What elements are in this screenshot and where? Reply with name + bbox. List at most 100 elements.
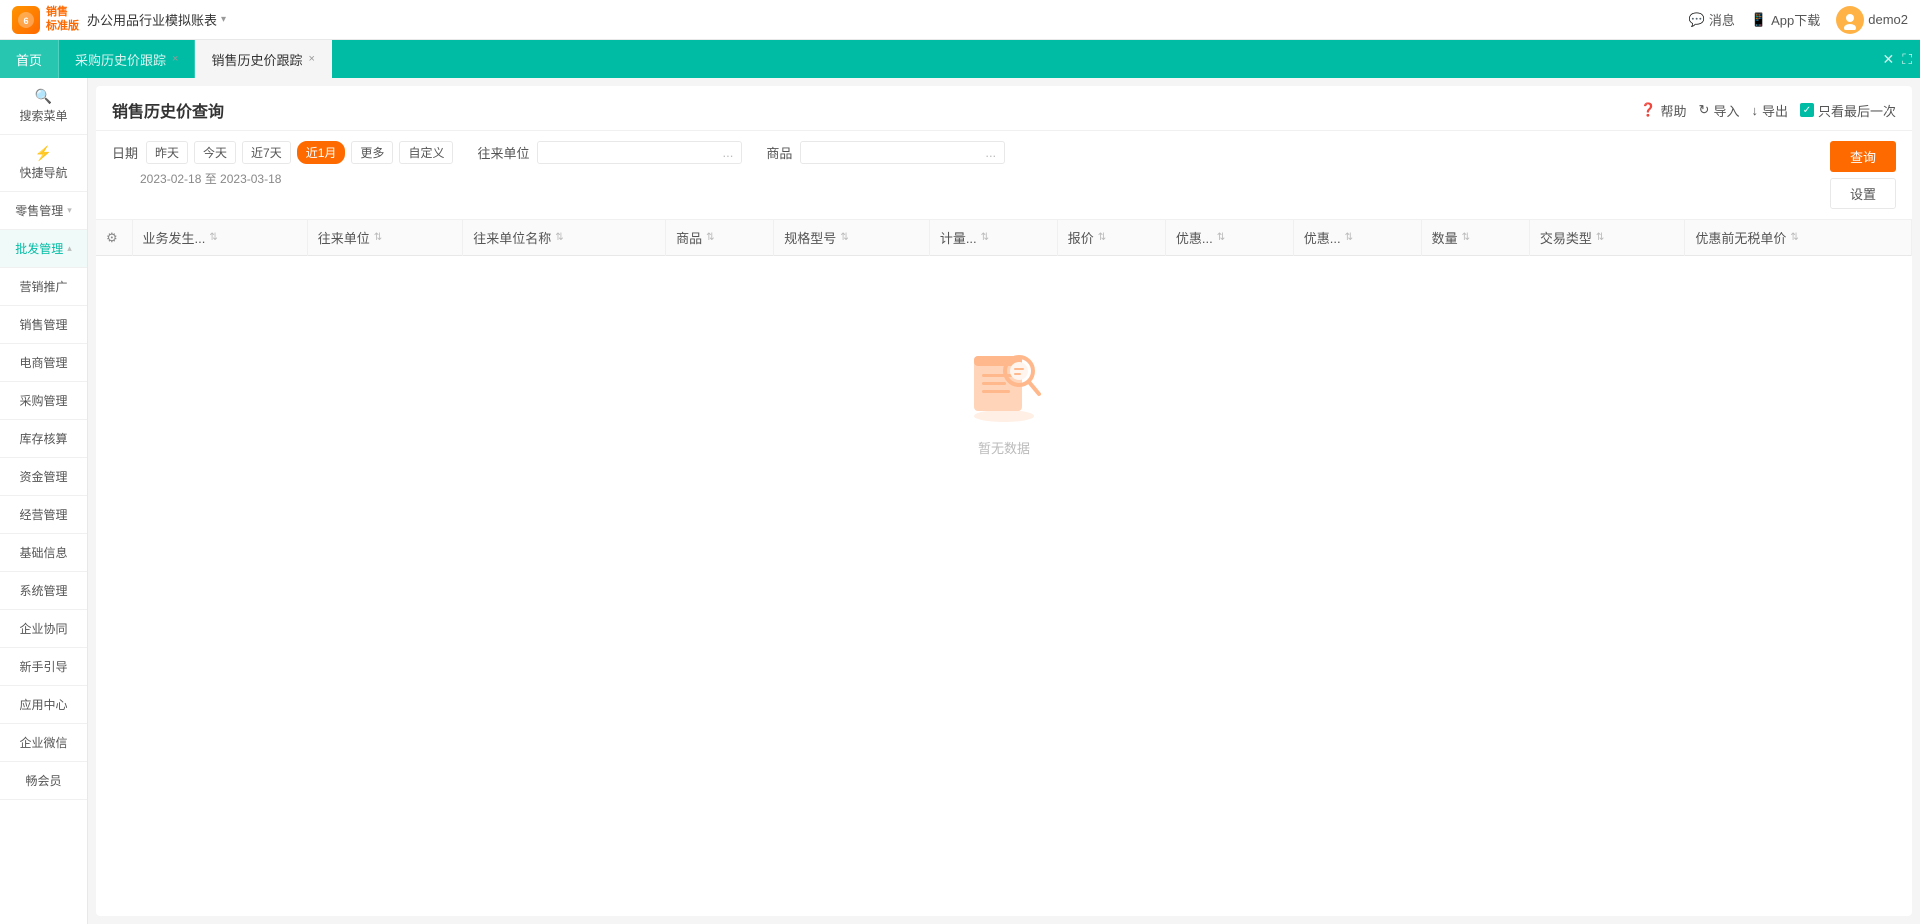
customer-filter-group: 往来单位 ... xyxy=(477,141,742,164)
col-trade-type[interactable]: 交易类型 ⇅ xyxy=(1529,220,1685,256)
sidebar-item-member[interactable]: 畅会员 xyxy=(0,762,87,800)
tab-bar-actions: ✕ ⛶ xyxy=(1882,51,1920,68)
sidebar-label-search-menu: 搜索菜单 xyxy=(19,107,67,124)
sidebar-item-marketing[interactable]: 营销推广 xyxy=(0,268,87,306)
only-last-checkbox-area[interactable]: ✓ 只看最后一次 xyxy=(1800,101,1896,120)
sidebar-label-guide: 新手引导 xyxy=(19,658,67,675)
sidebar-item-guide[interactable]: 新手引导 xyxy=(0,648,87,686)
sidebar-label-quick-nav: 快捷导航 xyxy=(19,164,67,181)
avatar xyxy=(1836,6,1864,34)
sort-icon-discount2: ⇅ xyxy=(1345,232,1353,243)
sidebar-item-quick-nav[interactable]: ⚡ 快捷导航 xyxy=(0,135,87,192)
query-button[interactable]: 查询 xyxy=(1830,141,1896,172)
customer-input[interactable]: ... xyxy=(537,141,742,164)
empty-text: 暂无数据 xyxy=(978,438,1030,457)
col-discount2[interactable]: 优惠... ⇅ xyxy=(1293,220,1421,256)
col-product[interactable]: 商品 ⇅ xyxy=(666,220,774,256)
date-btn-last7days[interactable]: 近7天 xyxy=(242,141,291,164)
svg-text:6: 6 xyxy=(23,16,28,26)
col-quantity[interactable]: 数量 ⇅ xyxy=(1421,220,1529,256)
data-table: ⚙ 业务发生... ⇅ 往来单位 xyxy=(96,220,1912,256)
date-btn-more[interactable]: 更多 xyxy=(351,141,393,164)
sidebar-label-basic-info: 基础信息 xyxy=(19,544,67,561)
date-btn-yesterday[interactable]: 昨天 xyxy=(146,141,188,164)
sidebar-item-wholesale-mgmt[interactable]: 批发管理 ▴ xyxy=(0,230,87,268)
sidebar-label-system: 系统管理 xyxy=(19,582,67,599)
table-header-row: ⚙ 业务发生... ⇅ 往来单位 xyxy=(96,220,1912,256)
product-text-input[interactable] xyxy=(809,145,985,160)
maximize-icon[interactable]: ⛶ xyxy=(1902,51,1912,68)
message-button[interactable]: 💬 消息 xyxy=(1689,10,1735,29)
customer-text-input[interactable] xyxy=(546,145,722,160)
tab-sales-history[interactable]: 销售历史价跟踪 × xyxy=(195,40,331,78)
date-btn-last1month[interactable]: 近1月 xyxy=(297,141,346,164)
message-icon: 💬 xyxy=(1689,12,1705,28)
nav-icon: ⚡ xyxy=(35,145,52,162)
app-download-button[interactable]: 📱 App下载 xyxy=(1751,10,1820,29)
customer-dots: ... xyxy=(722,145,733,160)
sidebar-label-member: 畅会员 xyxy=(25,772,61,789)
col-biz-date[interactable]: 业务发生... ⇅ xyxy=(132,220,307,256)
sort-icon-discount1: ⇅ xyxy=(1217,232,1225,243)
sales-history-tab-label: 销售历史价跟踪 xyxy=(211,50,302,69)
sidebar-item-enterprise-wechat[interactable]: 企业微信 xyxy=(0,724,87,762)
logo-icon: 6 xyxy=(12,6,40,34)
col-quote[interactable]: 报价 ⇅ xyxy=(1057,220,1165,256)
sort-icon-quote: ⇅ xyxy=(1098,232,1106,243)
sidebar-label-operations: 经营管理 xyxy=(19,506,67,523)
col-unit[interactable]: 计量... ⇅ xyxy=(929,220,1057,256)
tab-home[interactable]: 首页 xyxy=(0,40,59,78)
date-btn-custom[interactable]: 自定义 xyxy=(399,141,453,164)
purchase-history-tab-label: 采购历史价跟踪 xyxy=(75,50,166,69)
sidebar-item-basic-info[interactable]: 基础信息 xyxy=(0,534,87,572)
settings-button[interactable]: 设置 xyxy=(1830,178,1896,209)
sales-history-tab-close[interactable]: × xyxy=(308,53,314,65)
sidebar-label-wholesale-mgmt: 批发管理 xyxy=(15,240,63,257)
sort-icon-product: ⇅ xyxy=(706,232,714,243)
sidebar-item-enterprise[interactable]: 企业协同 xyxy=(0,610,87,648)
sidebar-item-search-menu[interactable]: 🔍 搜索菜单 xyxy=(0,78,87,135)
empty-illustration xyxy=(954,336,1054,426)
sort-icon-spec: ⇅ xyxy=(840,232,848,243)
sidebar-item-inventory[interactable]: 库存核算 xyxy=(0,420,87,458)
sidebar-label-retail-mgmt: 零售管理 xyxy=(15,202,63,219)
col-pretax-price[interactable]: 优惠前无税单价 ⇅ xyxy=(1685,220,1912,256)
sidebar-label-app-center: 应用中心 xyxy=(19,696,67,713)
col-settings[interactable]: ⚙ xyxy=(96,220,132,256)
date-btn-today[interactable]: 今天 xyxy=(194,141,236,164)
sidebar-label-enterprise: 企业协同 xyxy=(19,620,67,637)
tab-purchase-history[interactable]: 采购历史价跟踪 × xyxy=(59,40,195,78)
table-settings-icon[interactable]: ⚙ xyxy=(106,230,118,245)
filter-area: 日期 昨天 今天 近7天 近1月 更多 自定义 2023-02-18 至 202… xyxy=(96,131,1912,220)
sidebar-item-app-center[interactable]: 应用中心 xyxy=(0,686,87,724)
sidebar-item-sales-mgmt[interactable]: 销售管理 xyxy=(0,306,87,344)
download-icon: 📱 xyxy=(1751,12,1767,28)
sidebar-item-system[interactable]: 系统管理 xyxy=(0,572,87,610)
sidebar-label-ecommerce: 电商管理 xyxy=(19,354,67,371)
col-partner-name[interactable]: 往来单位名称 ⇅ xyxy=(463,220,666,256)
user-name: demo2 xyxy=(1868,12,1908,27)
col-discount1[interactable]: 优惠... ⇅ xyxy=(1165,220,1293,256)
product-label: 商品 xyxy=(766,143,792,162)
close-tab-icon[interactable]: ✕ xyxy=(1882,51,1894,68)
import-button[interactable]: ↻ 导入 xyxy=(1699,101,1740,120)
page-content: 销售历史价查询 ❓ 帮助 ↻ 导入 ↓ 导出 ✓ xyxy=(96,86,1912,916)
date-label: 日期 xyxy=(112,143,138,162)
col-partner-code[interactable]: 往来单位 ⇅ xyxy=(307,220,463,256)
sidebar-item-purchase-mgmt[interactable]: 采购管理 xyxy=(0,382,87,420)
sidebar-item-operations[interactable]: 经营管理 xyxy=(0,496,87,534)
sidebar-item-finance[interactable]: 资金管理 xyxy=(0,458,87,496)
col-spec[interactable]: 规格型号 ⇅ xyxy=(774,220,930,256)
user-menu[interactable]: demo2 xyxy=(1836,6,1908,34)
chevron-down-icon: ▾ xyxy=(221,14,226,25)
product-input[interactable]: ... xyxy=(800,141,1005,164)
customer-label: 往来单位 xyxy=(477,143,529,162)
sidebar-item-retail-mgmt[interactable]: 零售管理 ▾ xyxy=(0,192,87,230)
export-button[interactable]: ↓ 导出 xyxy=(1751,101,1788,120)
purchase-history-tab-close[interactable]: × xyxy=(172,53,178,65)
date-filter-group: 日期 昨天 今天 近7天 近1月 更多 自定义 2023-02-18 至 202… xyxy=(112,141,453,187)
app-selector[interactable]: 办公用品行业模拟账表 ▾ xyxy=(87,10,226,29)
sidebar-item-ecommerce[interactable]: 电商管理 xyxy=(0,344,87,382)
only-last-checkbox[interactable]: ✓ xyxy=(1800,103,1814,117)
help-button[interactable]: ❓ 帮助 xyxy=(1640,101,1686,120)
